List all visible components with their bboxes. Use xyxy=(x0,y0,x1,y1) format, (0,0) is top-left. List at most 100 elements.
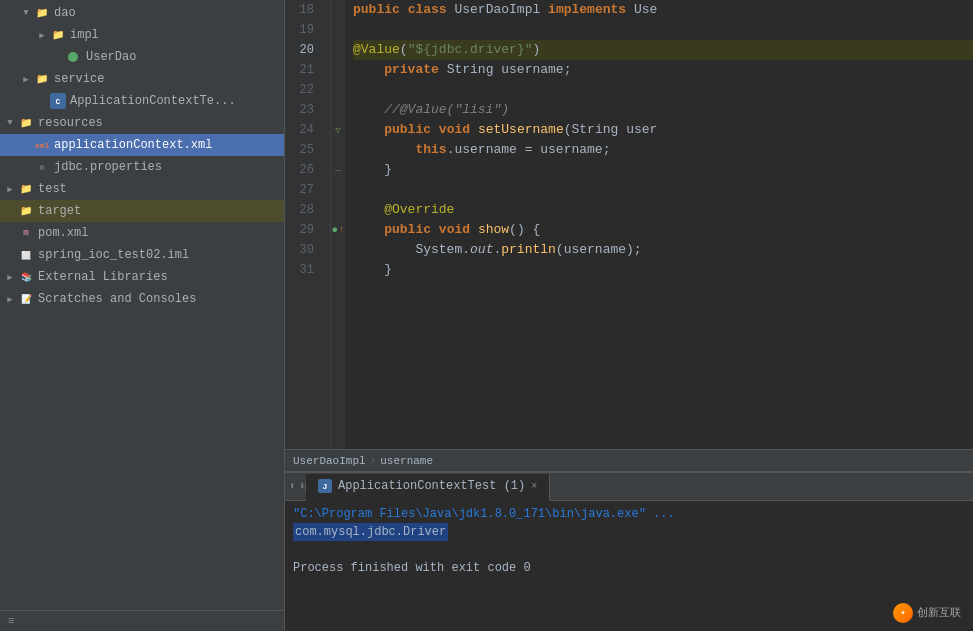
console-line-2: com.mysql.jdbc.Driver xyxy=(293,523,965,541)
class-name: UserDaoImpl xyxy=(454,0,540,20)
console-line-1: "C:\Program Files\Java\jdk1.8.0_171\bin\… xyxy=(293,505,965,523)
breadcrumb-separator: › xyxy=(370,455,377,467)
line-num-19: 19 xyxy=(285,20,322,40)
sidebar-item-iml[interactable]: ⬜ spring_ioc_test02.iml xyxy=(0,244,284,266)
maven-icon: m xyxy=(18,225,34,241)
folder-icon: 📁 xyxy=(34,5,50,21)
console-highlighted-text: com.mysql.jdbc.Driver xyxy=(293,523,448,541)
sidebar-item-label: applicationContext.xml xyxy=(54,138,212,152)
code-line-21: private String username; xyxy=(353,60,973,80)
run-indicator: ● ↑ xyxy=(331,224,344,236)
gutter-31 xyxy=(331,260,345,280)
chevron-right-icon: ▶ xyxy=(4,183,16,195)
breadcrumb-class: UserDaoImpl xyxy=(293,455,366,467)
gutter-30 xyxy=(331,240,345,260)
code-line-24: public void setUsername(String user xyxy=(353,120,973,140)
tab-java-icon: J xyxy=(318,479,332,493)
line-num-22: 22 xyxy=(285,80,322,100)
gutter-27 xyxy=(331,180,345,200)
scroll-up-icon[interactable]: ⬆ xyxy=(289,482,295,492)
line-num-18: 18 xyxy=(285,0,322,20)
console-line-4: Process finished with exit code 0 xyxy=(293,559,965,577)
iml-icon: ⬜ xyxy=(18,247,34,263)
code-line-31: } xyxy=(353,260,973,280)
scratches-icon: 📝 xyxy=(18,291,34,307)
chevron-right-icon: ▶ xyxy=(4,293,16,305)
bottom-tabs: ⬆ ⬇ ↩ J ApplicationContextTest (1) × xyxy=(285,473,973,501)
bottom-panel: ⬆ ⬇ ↩ J ApplicationContextTest (1) × "C:… xyxy=(285,471,973,631)
line-num-26: 26 xyxy=(285,160,322,180)
keyword: void xyxy=(439,220,470,240)
sidebar-item-ext-libs[interactable]: ▶ 📚 External Libraries xyxy=(0,266,284,288)
string: "${jdbc.driver}" xyxy=(408,40,533,60)
keyword: implements xyxy=(548,0,626,20)
code-line-25: this.username = username; xyxy=(353,140,973,160)
sidebar-item-target[interactable]: 📁 target xyxy=(0,200,284,222)
line-numbers: 18 19 20 21 22 23 24 25 26 27 28 29 30 3… xyxy=(285,0,331,449)
sidebar-item-label: dao xyxy=(54,6,76,20)
gutter-20 xyxy=(331,40,345,60)
sidebar-item-service[interactable]: ▶ 📁 service xyxy=(0,68,284,90)
code-content[interactable]: public class UserDaoImpl implements Use … xyxy=(345,0,973,449)
gutter-26: — xyxy=(331,160,345,180)
console-line-3 xyxy=(293,541,965,559)
console-url: "C:\Program Files\Java\jdk1.8.0_171\bin\… xyxy=(293,505,675,523)
sidebar-item-appcontext-xml[interactable]: xml applicationContext.xml xyxy=(0,134,284,156)
main-panel: 18 19 20 21 22 23 24 25 26 27 28 29 30 3… xyxy=(285,0,973,631)
annotation: @Override xyxy=(353,200,454,220)
code-line-22 xyxy=(353,80,973,100)
editor-panel: 18 19 20 21 22 23 24 25 26 27 28 29 30 3… xyxy=(285,0,973,471)
comment: //@Value("lisi") xyxy=(353,100,509,120)
sidebar-item-dao[interactable]: ▼ 📁 dao xyxy=(0,2,284,24)
keyword: public xyxy=(353,0,400,20)
line-num-20: 20 xyxy=(285,40,322,60)
sidebar-item-jdbc-props[interactable]: ⚙ jdbc.properties xyxy=(0,156,284,178)
breadcrumb-bar: UserDaoImpl › username xyxy=(285,449,973,471)
keyword: this xyxy=(415,140,446,160)
run-arrow-icon: ↑ xyxy=(339,225,344,235)
line-num-25: 25 xyxy=(285,140,322,160)
gutter-18 xyxy=(331,0,345,20)
chevron-right-icon: ▶ xyxy=(36,29,48,41)
sidebar-item-appcontexttest[interactable]: C ApplicationContextTe... xyxy=(0,90,284,112)
code-area: 18 19 20 21 22 23 24 25 26 27 28 29 30 3… xyxy=(285,0,973,449)
sidebar-item-impl[interactable]: ▶ 📁 impl xyxy=(0,24,284,46)
watermark-logo: ✦ xyxy=(893,603,913,623)
line-num-31: 31 xyxy=(285,260,322,280)
code-line-27 xyxy=(353,180,973,200)
line-num-28: 28 xyxy=(285,200,322,220)
console-tab[interactable]: J ApplicationContextTest (1) × xyxy=(306,474,550,501)
folder-icon: 📁 xyxy=(34,71,50,87)
sidebar-item-label: External Libraries xyxy=(38,270,168,284)
sidebar-item-test[interactable]: ▶ 📁 test xyxy=(0,178,284,200)
watermark-logo-text: ✦ xyxy=(900,604,905,622)
code-line-26: } xyxy=(353,160,973,180)
scroll-down-icon[interactable]: ⬇ xyxy=(299,482,305,492)
gutter-24: ▽ xyxy=(331,120,345,140)
code-line-29: public void show() { xyxy=(353,220,973,240)
sidebar-item-label: jdbc.properties xyxy=(54,160,162,174)
sidebar-item-pom[interactable]: m pom.xml xyxy=(0,222,284,244)
console-output: "C:\Program Files\Java\jdk1.8.0_171\bin\… xyxy=(285,501,973,631)
tab-close-button[interactable]: × xyxy=(531,481,537,492)
chevron-right-icon: ▶ xyxy=(4,271,16,283)
interface-icon xyxy=(66,49,82,65)
line-num-24: 24 xyxy=(285,120,322,140)
gutter-23 xyxy=(331,100,345,120)
tab-label: ApplicationContextTest (1) xyxy=(338,479,525,493)
sidebar-item-scratches[interactable]: ▶ 📝 Scratches and Consoles xyxy=(0,288,284,310)
sidebar-item-label: resources xyxy=(38,116,103,130)
code-line-19 xyxy=(353,20,973,40)
console-exit-text: Process finished with exit code 0 xyxy=(293,559,531,577)
lib-icon: 📚 xyxy=(18,269,34,285)
code-line-28: @Override xyxy=(353,200,973,220)
gutter-22 xyxy=(331,80,345,100)
gutter-28 xyxy=(331,200,345,220)
sidebar-item-label: Scratches and Consoles xyxy=(38,292,196,306)
line-num-21: 21 xyxy=(285,60,322,80)
sidebar-item-userdao[interactable]: UserDao xyxy=(0,46,284,68)
folder-icon: 📁 xyxy=(18,181,34,197)
code-line-30: System.out.println(username); xyxy=(353,240,973,260)
sidebar-item-resources[interactable]: ▼ 📁 resources xyxy=(0,112,284,134)
sidebar-item-label: UserDao xyxy=(86,50,136,64)
